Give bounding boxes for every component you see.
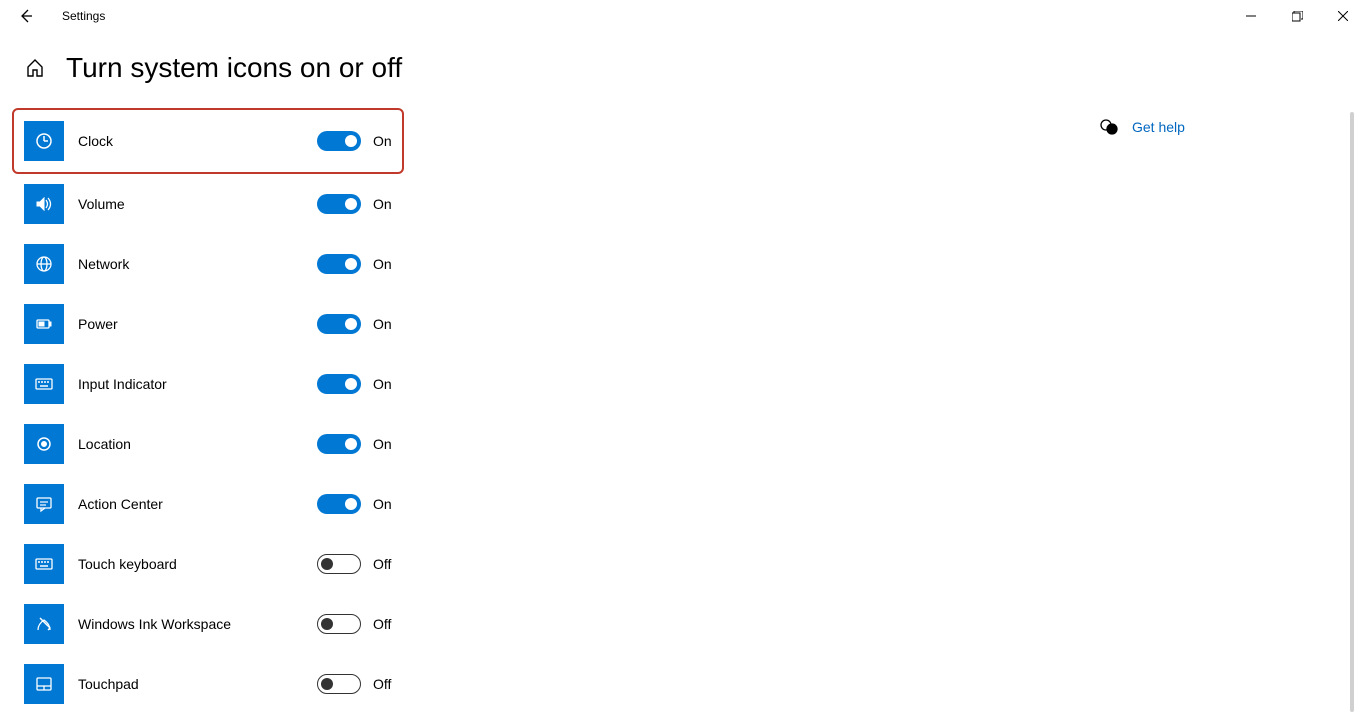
toggle-knob	[345, 198, 357, 210]
setting-row: Clock On	[12, 108, 404, 174]
toggle-wrap: On	[317, 494, 392, 514]
setting-label: Network	[78, 256, 278, 272]
setting-label: Input Indicator	[78, 376, 278, 392]
power-icon	[24, 304, 64, 344]
toggle-knob	[345, 438, 357, 450]
touchpad-icon	[24, 664, 64, 704]
arrow-left-icon	[18, 8, 34, 24]
setting-label: Power	[78, 316, 278, 332]
toggle-wrap: On	[317, 131, 392, 151]
home-icon	[25, 58, 45, 78]
toggle-state-label: On	[373, 436, 392, 452]
toggle-switch[interactable]	[317, 494, 361, 514]
action-center-icon	[24, 484, 64, 524]
toggle-wrap: On	[317, 254, 392, 274]
chat-help-icon	[1100, 118, 1118, 136]
home-button[interactable]	[24, 57, 46, 79]
content: ClockOnVolumeOnNetworkOnPowerOnInput Ind…	[0, 108, 1366, 714]
toggle-switch[interactable]	[317, 434, 361, 454]
toggle-wrap: On	[317, 194, 392, 214]
settings-list: ClockOnVolumeOnNetworkOnPowerOnInput Ind…	[24, 108, 524, 714]
toggle-knob	[345, 135, 357, 147]
keyboard-icon	[24, 544, 64, 584]
setting-row: Windows Ink Workspace Off	[24, 594, 524, 654]
toggle-state-label: Off	[373, 556, 391, 572]
volume-icon	[24, 184, 64, 224]
toggle-switch[interactable]	[317, 374, 361, 394]
setting-label: Action Center	[78, 496, 278, 512]
location-icon	[24, 424, 64, 464]
clock-icon	[24, 121, 64, 161]
ink-icon	[24, 604, 64, 644]
toggle-knob	[321, 558, 333, 570]
setting-label: Touch keyboard	[78, 556, 278, 572]
toggle-state-label: On	[373, 376, 392, 392]
toggle-wrap: On	[317, 314, 392, 334]
toggle-switch[interactable]	[317, 554, 361, 574]
maximize-button[interactable]	[1274, 0, 1320, 32]
toggle-state-label: On	[373, 256, 392, 272]
toggle-state-label: On	[373, 196, 392, 212]
toggle-wrap: On	[317, 374, 392, 394]
setting-row: Network On	[24, 234, 524, 294]
minimize-button[interactable]	[1228, 0, 1274, 32]
get-help-link[interactable]: Get help	[1132, 119, 1185, 135]
setting-label: Touchpad	[78, 676, 278, 692]
page-title: Turn system icons on or off	[66, 52, 402, 84]
setting-label: Clock	[78, 133, 278, 149]
toggle-switch[interactable]	[317, 194, 361, 214]
toggle-knob	[345, 258, 357, 270]
toggle-state-label: Off	[373, 616, 391, 632]
keyboard-icon	[24, 364, 64, 404]
close-button[interactable]	[1320, 0, 1366, 32]
toggle-wrap: Off	[317, 554, 391, 574]
maximize-icon	[1292, 11, 1303, 22]
toggle-knob	[345, 318, 357, 330]
toggle-switch[interactable]	[317, 674, 361, 694]
toggle-state-label: On	[373, 316, 392, 332]
minimize-icon	[1246, 11, 1256, 21]
setting-label: Windows Ink Workspace	[78, 616, 278, 632]
scrollbar[interactable]	[1350, 112, 1354, 712]
setting-row: Touch keyboard Off	[24, 534, 524, 594]
toggle-state-label: Off	[373, 676, 391, 692]
network-icon	[24, 244, 64, 284]
toggle-knob	[345, 378, 357, 390]
toggle-state-label: On	[373, 496, 392, 512]
window-title: Settings	[62, 9, 105, 23]
window-controls	[1228, 0, 1366, 32]
toggle-wrap: Off	[317, 614, 391, 634]
toggle-wrap: Off	[317, 674, 391, 694]
setting-row: Location On	[24, 414, 524, 474]
toggle-switch[interactable]	[317, 314, 361, 334]
toggle-state-label: On	[373, 133, 392, 149]
close-icon	[1338, 11, 1348, 21]
titlebar: Settings	[0, 0, 1366, 32]
toggle-switch[interactable]	[317, 131, 361, 151]
setting-row: Action Center On	[24, 474, 524, 534]
page-header: Turn system icons on or off	[24, 52, 1366, 84]
toggle-switch[interactable]	[317, 254, 361, 274]
back-button[interactable]	[10, 0, 42, 32]
toggle-wrap: On	[317, 434, 392, 454]
toggle-switch[interactable]	[317, 614, 361, 634]
toggle-knob	[345, 498, 357, 510]
help-panel: Get help	[1100, 118, 1185, 136]
setting-label: Volume	[78, 196, 278, 212]
setting-row: Input Indicator On	[24, 354, 524, 414]
toggle-knob	[321, 678, 333, 690]
setting-label: Location	[78, 436, 278, 452]
setting-row: Volume On	[24, 174, 524, 234]
setting-row: Touchpad Off	[24, 654, 524, 714]
setting-row: Power On	[24, 294, 524, 354]
toggle-knob	[321, 618, 333, 630]
